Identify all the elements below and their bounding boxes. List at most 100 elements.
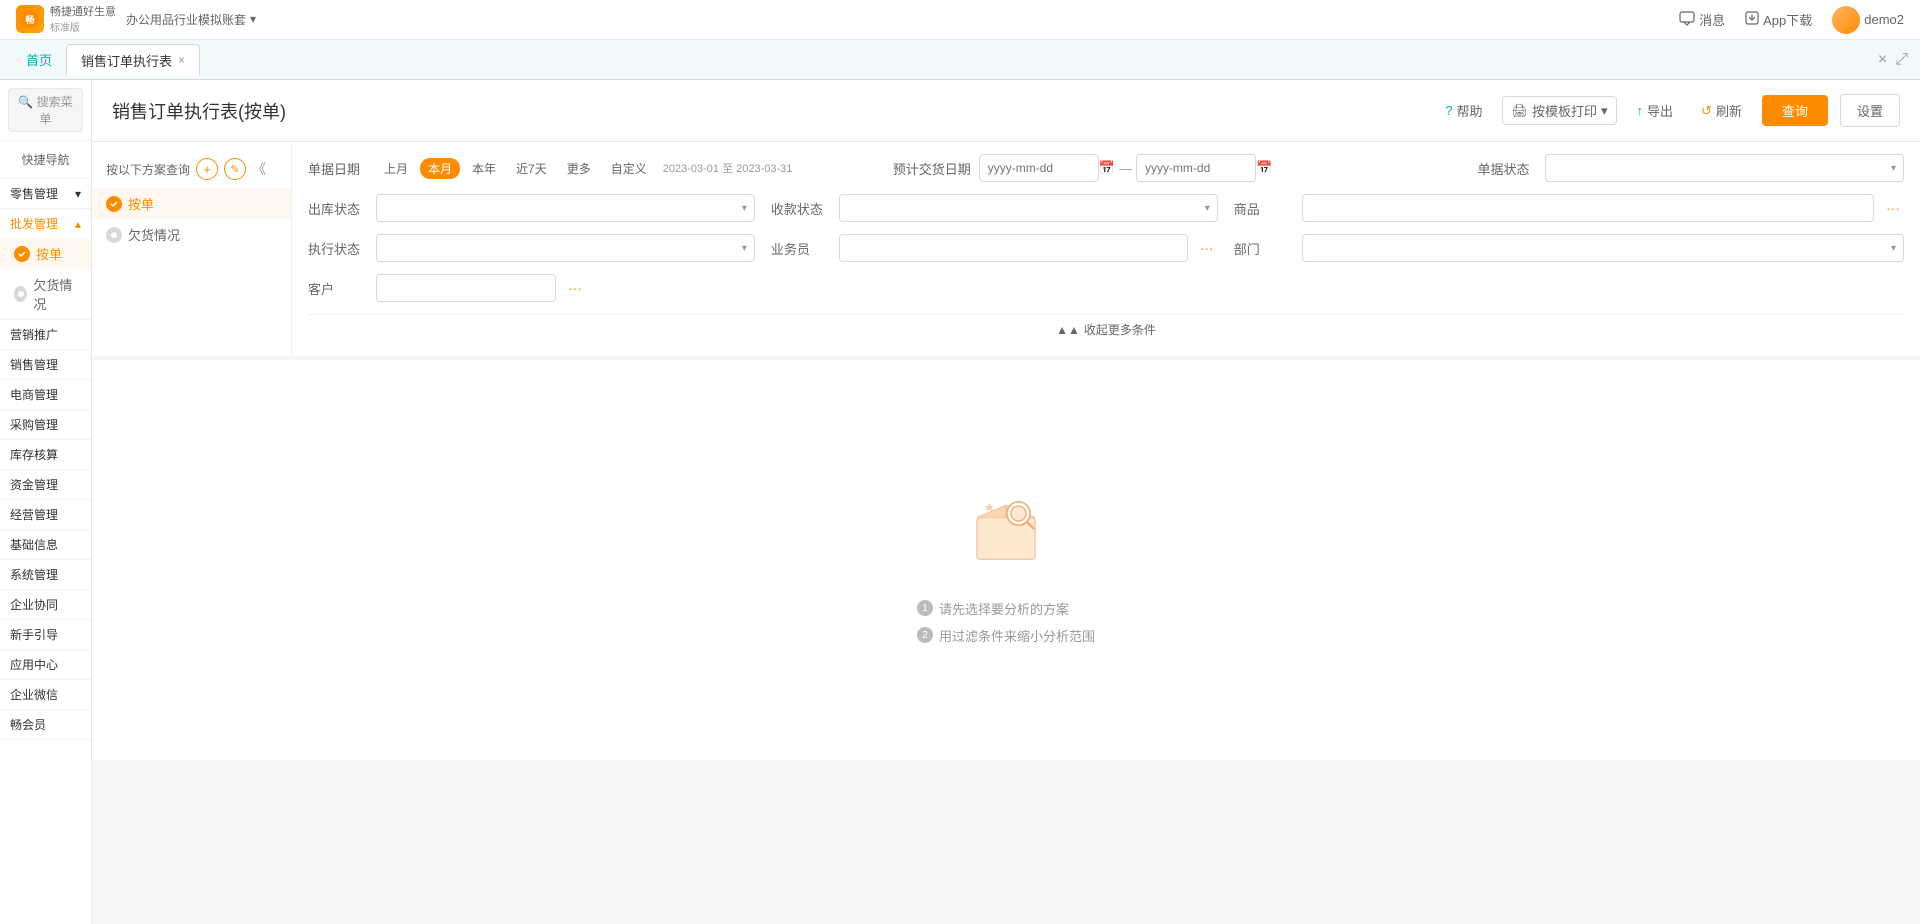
payment-select[interactable]	[839, 194, 1218, 222]
collapse-more-btn[interactable]: ▲▲ 收起更多条件	[308, 314, 1904, 344]
sidebar-retail-header[interactable]: 零售管理 ▾	[0, 179, 91, 208]
print-chevron-icon: ▾	[1601, 103, 1608, 119]
tab-home[interactable]: 首页	[12, 44, 66, 76]
retail-arrow-icon: ▾	[75, 187, 81, 201]
svg-text:畅: 畅	[25, 14, 34, 25]
avatar	[1832, 6, 1860, 34]
customer-dots-btn[interactable]: ···	[564, 280, 586, 296]
sidebar-marketing-header[interactable]: 营销推广	[0, 320, 91, 349]
sidebar-wechat-header[interactable]: 企业微信	[0, 680, 91, 709]
sidebar-quick-nav: 快捷导航	[0, 141, 91, 179]
date-tab-this-month[interactable]: 本月	[420, 158, 460, 179]
status-select[interactable]	[1545, 154, 1904, 182]
sidebar-sales-label: 销售管理	[10, 356, 58, 373]
filter-left-panel: 按以下方案查询 + ✎ 《	[92, 142, 292, 356]
tip-text-2: 用过滤条件来缩小分析范围	[939, 626, 1095, 645]
sidebar-wholesale-header[interactable]: 批发管理 ▴	[0, 209, 91, 238]
status-group: 单据状态 ▾	[1477, 154, 1904, 182]
calendar-from-icon[interactable]: 📅	[1099, 160, 1115, 176]
sidebar-system-header[interactable]: 系统管理	[0, 560, 91, 589]
sidebar-finance-header[interactable]: 资金管理	[0, 470, 91, 499]
logo-icon: 畅	[16, 5, 44, 33]
sidebar-newbie-header[interactable]: 新手引导	[0, 620, 91, 649]
active-tab-label: 销售订单执行表	[81, 51, 172, 70]
page-header-actions: ? 帮助 🖨 按模板打印 ▾ ↑ 导出 ↺ 刷新	[1437, 94, 1900, 141]
add-plan-btn[interactable]: +	[196, 158, 218, 180]
date-filter-group: 单据日期 上月 本月 本年 近7天 更多 自定义 2023-03-01 至 20…	[308, 158, 877, 179]
empty-tip-2: 2 用过滤条件来缩小分析范围	[917, 626, 1095, 645]
refresh-btn[interactable]: ↺ 刷新	[1693, 97, 1750, 124]
window-maximize-icon[interactable]: ⤢	[1895, 51, 1908, 69]
tab-close-icon[interactable]: ×	[178, 53, 185, 67]
filter-row-2: 出库状态 ▾ 收款状态	[308, 194, 1904, 222]
sidebar-apps-header[interactable]: 应用中心	[0, 650, 91, 679]
exec-select[interactable]	[376, 234, 755, 262]
sidebar-enterprise-header[interactable]: 企业协同	[0, 590, 91, 619]
tab-sales-order[interactable]: 销售订单执行表 ×	[66, 44, 200, 76]
debt-filter-label: 欠货情况	[128, 225, 180, 244]
filter-left-header: 按以下方案查询 + ✎ 《	[92, 154, 291, 188]
tip-num-1: 1	[917, 600, 933, 616]
query-button[interactable]: 查询	[1762, 95, 1828, 126]
sidebar-search-button[interactable]: 🔍 搜索菜单	[8, 88, 83, 132]
sidebar-ecommerce: 电商管理	[0, 380, 91, 410]
search-icon: 🔍	[18, 95, 33, 109]
salesman-input[interactable]	[839, 234, 1188, 262]
sidebar-inventory-header[interactable]: 库存核算	[0, 440, 91, 469]
collapse-up-icon: ▲▲	[1056, 323, 1080, 337]
account-name: 办公用品行业模拟账套	[126, 11, 246, 28]
export-btn[interactable]: ↑ 导出	[1629, 97, 1682, 124]
help-label: 帮助	[1456, 101, 1482, 120]
sidebar-wholesale-debt[interactable]: 欠货情况	[0, 269, 91, 319]
window-close-icon[interactable]: ×	[1878, 51, 1887, 69]
date-tab-this-year[interactable]: 本年	[464, 158, 504, 179]
sidebar-basic: 基础信息	[0, 530, 91, 560]
expected-date-to[interactable]	[1136, 154, 1256, 182]
sidebar-purchase: 采购管理	[0, 410, 91, 440]
search-label: 搜索菜单	[37, 95, 73, 126]
goods-input[interactable]	[1302, 194, 1874, 222]
filter-by-single-item[interactable]: 按单	[92, 188, 291, 219]
settings-button[interactable]: 设置	[1840, 94, 1900, 127]
dept-select[interactable]	[1302, 234, 1904, 262]
sidebar-operations-header[interactable]: 经营管理	[0, 500, 91, 529]
sidebar-ecommerce-label: 电商管理	[10, 386, 58, 403]
print-btn[interactable]: 🖨 按模板打印 ▾	[1502, 96, 1616, 125]
tab-bar: 首页 销售订单执行表 × × ⤢	[0, 40, 1920, 80]
app-download-icon	[1745, 11, 1759, 28]
filter-debt-item[interactable]: 欠货情况	[92, 219, 291, 250]
expected-date-from[interactable]	[979, 154, 1099, 182]
salesman-dots-btn[interactable]: ···	[1196, 240, 1218, 256]
message-action[interactable]: 消息	[1679, 10, 1725, 29]
delivery-select[interactable]	[376, 194, 755, 222]
edit-plan-btn[interactable]: ✎	[224, 158, 246, 180]
filter-layout: 按以下方案查询 + ✎ 《	[92, 142, 1920, 356]
date-tab-custom[interactable]: 自定义	[603, 158, 655, 179]
account-selector[interactable]: 办公用品行业模拟账套 ▾	[126, 11, 256, 28]
customer-input[interactable]	[376, 274, 556, 302]
logo-sub: 标准版	[50, 19, 116, 34]
sidebar-purchase-label: 采购管理	[10, 416, 58, 433]
sidebar-wholesale-bysingle[interactable]: 按单	[0, 238, 91, 269]
sidebar-ecommerce-header[interactable]: 电商管理	[0, 380, 91, 409]
date-tab-last-month[interactable]: 上月	[376, 158, 416, 179]
quick-nav-link[interactable]: 快捷导航	[8, 147, 83, 172]
by-single-label: 按单	[128, 194, 154, 213]
sidebar-system: 系统管理	[0, 560, 91, 590]
sidebar-member-header[interactable]: 畅会员	[0, 710, 91, 739]
sidebar-purchase-header[interactable]: 采购管理	[0, 410, 91, 439]
sidebar-sales-header[interactable]: 销售管理	[0, 350, 91, 379]
goods-dots-btn[interactable]: ···	[1882, 200, 1904, 216]
date-tab-more[interactable]: 更多	[559, 158, 599, 179]
empty-box-icon	[956, 476, 1056, 576]
sidebar-wholesale: 批发管理 ▴ 按单 欠货情况	[0, 209, 91, 320]
collapse-panel-btn[interactable]: 《	[252, 159, 266, 179]
user-area[interactable]: demo2	[1832, 6, 1904, 34]
add-icon: +	[203, 162, 211, 177]
app-download-action[interactable]: App下载	[1745, 10, 1812, 29]
empty-tips: 1 请先选择要分析的方案 2 用过滤条件来缩小分析范围	[917, 599, 1095, 645]
sidebar-basic-header[interactable]: 基础信息	[0, 530, 91, 559]
help-btn[interactable]: ? 帮助	[1437, 97, 1490, 124]
calendar-to-icon[interactable]: 📅	[1256, 160, 1272, 176]
date-tab-7days[interactable]: 近7天	[508, 158, 555, 179]
